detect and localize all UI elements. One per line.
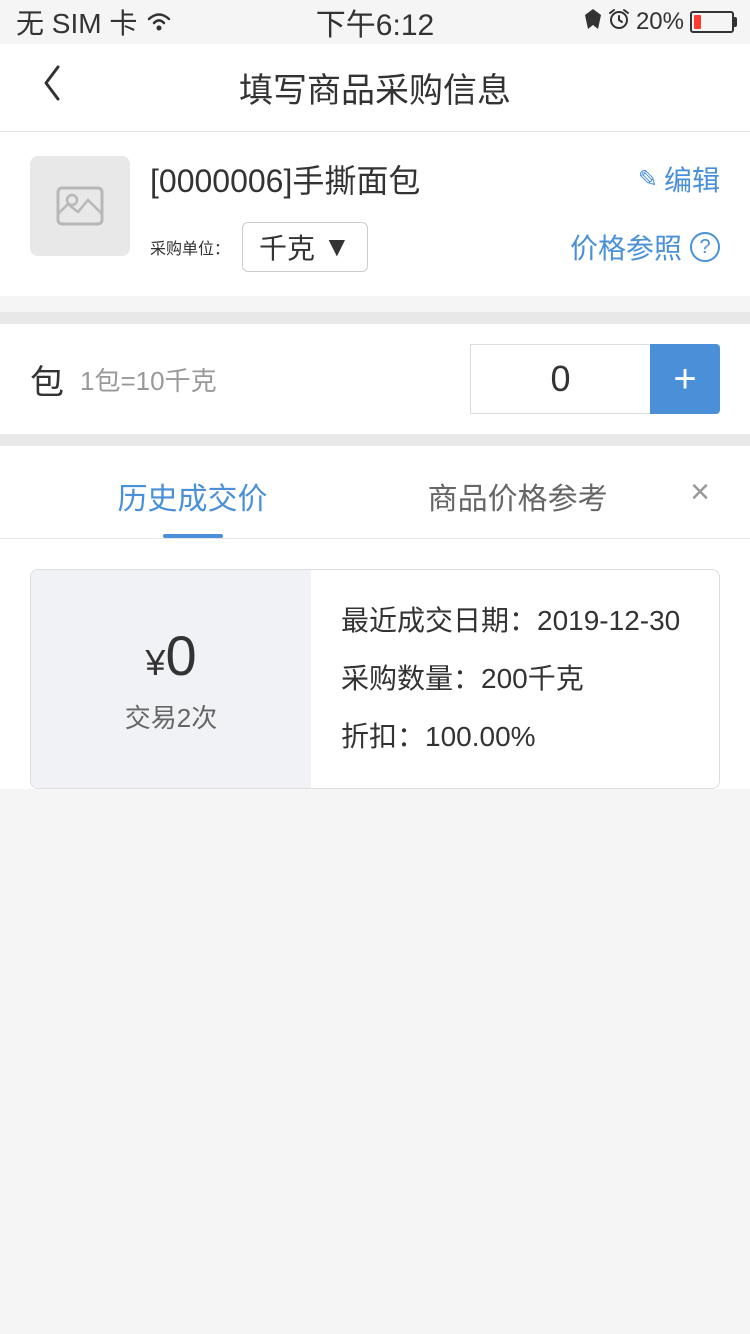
status-bar: 无 SIM 卡 下午6:12 20% <box>0 0 750 44</box>
tabs-header: 历史成交价 商品价格参考 × <box>0 446 750 539</box>
wifi-icon <box>145 6 173 38</box>
quantity-label-group: 包 1包=10千克 <box>30 355 217 404</box>
price-right-panel: 最近成交日期：2019-12-30 采购数量：200千克 折扣：100.00% <box>311 570 719 788</box>
recent-date-label: 最近成交日期： <box>341 605 537 636</box>
purchase-qty-row: 采购数量：200千克 <box>341 658 689 700</box>
product-thumbnail <box>30 156 130 256</box>
edit-button[interactable]: ✎ 编辑 <box>638 159 720 199</box>
carrier-text: 无 SIM 卡 <box>16 2 137 42</box>
quantity-conversion: 1包=10千克 <box>80 361 217 398</box>
price-reference-button[interactable]: 价格参照 ? <box>570 227 720 267</box>
unit-label: 采购单位： <box>150 235 230 259</box>
trades-count: 交易2次 <box>125 698 217 735</box>
tab-reference-label: 商品价格参考 <box>428 483 608 516</box>
unit-row: 采购单位： 千克 ▼ 价格参照 ? <box>150 222 720 272</box>
quantity-plus-button[interactable]: + <box>650 344 720 414</box>
price-left-panel: ¥0 交易2次 <box>31 570 311 788</box>
status-time: 下午6:12 <box>316 0 434 44</box>
purchase-qty-label: 采购数量： <box>341 663 481 694</box>
quantity-input[interactable]: 0 <box>470 344 650 414</box>
page-title: 填写商品采购信息 <box>239 63 511 112</box>
unit-value: 千克 <box>259 227 315 267</box>
quantity-controls: 0 + <box>470 344 720 414</box>
separator-1 <box>0 312 750 324</box>
info-icon: ? <box>690 232 720 262</box>
chevron-down-icon: ▼ <box>323 231 351 263</box>
edit-label: 编辑 <box>664 159 720 199</box>
quantity-unit: 包 <box>30 355 64 404</box>
tab-price-reference[interactable]: 商品价格参考 <box>355 446 680 538</box>
price-value: 0 <box>165 624 196 687</box>
unit-select[interactable]: 千克 ▼ <box>242 222 368 272</box>
status-right: 20% <box>584 8 734 37</box>
header: 填写商品采购信息 <box>0 44 750 132</box>
tab-history-label: 历史成交价 <box>118 483 268 516</box>
price-ref-label: 价格参照 <box>570 227 682 267</box>
product-info: [0000006]手撕面包 ✎ 编辑 采购单位： 千克 ▼ 价格参照 <box>150 156 720 272</box>
recent-date-value: 2019-12-30 <box>537 605 680 636</box>
back-button[interactable] <box>30 53 74 122</box>
discount-value: 100.00% <box>425 721 536 752</box>
battery-percent: 20% <box>636 8 684 36</box>
location-icon <box>584 8 602 37</box>
currency-symbol: ¥ <box>145 642 165 683</box>
product-name-row: [0000006]手撕面包 ✎ 编辑 <box>150 156 720 202</box>
battery-icon <box>690 11 734 33</box>
alarm-icon <box>608 8 630 37</box>
purchase-qty-value: 200千克 <box>481 663 584 694</box>
tab-active-indicator <box>163 534 223 538</box>
status-left: 无 SIM 卡 <box>16 2 173 42</box>
recent-date-row: 最近成交日期：2019-12-30 <box>341 600 689 642</box>
tab-close-button[interactable]: × <box>680 463 720 522</box>
product-row: [0000006]手撕面包 ✎ 编辑 采购单位： 千克 ▼ 价格参照 <box>30 156 720 272</box>
edit-icon: ✎ <box>638 165 658 194</box>
tab-history-price[interactable]: 历史成交价 <box>30 446 355 538</box>
product-name: [0000006]手撕面包 <box>150 156 420 202</box>
tabs-section: 历史成交价 商品价格参考 × ¥0 交易2次 最近成交日期：2019-12-30… <box>0 446 750 789</box>
price-card: ¥0 交易2次 最近成交日期：2019-12-30 采购数量：200千克 折扣：… <box>30 569 720 789</box>
discount-row: 折扣：100.00% <box>341 716 689 758</box>
separator-2 <box>0 434 750 446</box>
quantity-section: 包 1包=10千克 0 + <box>0 324 750 434</box>
discount-label: 折扣： <box>341 721 425 752</box>
price-display: ¥0 <box>145 623 196 688</box>
product-section: [0000006]手撕面包 ✎ 编辑 采购单位： 千克 ▼ 价格参照 <box>0 132 750 296</box>
